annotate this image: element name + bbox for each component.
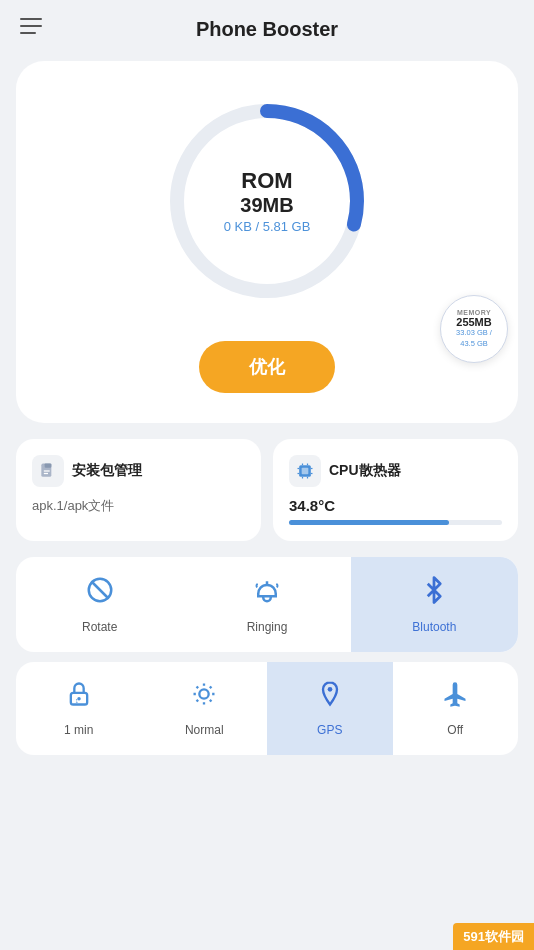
brightness-icon	[190, 680, 218, 715]
svg-text:1: 1	[75, 699, 78, 704]
cpu-title: CPU散热器	[329, 462, 401, 480]
gps-icon	[316, 680, 344, 715]
cpu-card[interactable]: CPU散热器 34.8°C	[273, 439, 518, 541]
package-card[interactable]: 安装包管理 apk.1/apk文件	[16, 439, 261, 541]
svg-rect-7	[302, 468, 309, 475]
quick-ringing[interactable]: Ringing	[183, 557, 350, 652]
gauge-inner: ROM 39MB 0 KB / 5.81 GB	[224, 168, 311, 234]
page-title: Phone Booster	[196, 18, 338, 41]
gauge-label: ROM	[224, 168, 311, 194]
airplane-icon	[441, 680, 469, 715]
header: Phone Booster	[0, 0, 534, 51]
gps-label: GPS	[317, 723, 342, 737]
quick-grid-row1: Rotate Ringing Blutooth	[16, 557, 518, 652]
menu-line-3	[20, 32, 36, 34]
svg-line-30	[210, 687, 212, 689]
package-icon	[32, 455, 64, 487]
footer: 591软件园	[453, 923, 534, 950]
lock-icon: 1	[65, 680, 93, 715]
svg-point-22	[200, 689, 209, 698]
main-card: ROM 39MB 0 KB / 5.81 GB MEMORY 255MB 33.…	[16, 61, 518, 423]
menu-button[interactable]	[20, 18, 42, 34]
1min-label: 1 min	[64, 723, 93, 737]
menu-line-1	[20, 18, 42, 20]
package-body: apk.1/apk文件	[32, 497, 245, 515]
package-title: 安装包管理	[72, 462, 142, 480]
svg-line-29	[197, 700, 199, 702]
gauge-container: ROM 39MB 0 KB / 5.81 GB	[157, 91, 377, 311]
cpu-icon	[289, 455, 321, 487]
bell-icon	[252, 575, 282, 612]
cpu-card-header: CPU散热器	[289, 455, 502, 487]
bluetooth-icon	[419, 575, 449, 612]
gauge-value: 39MB	[224, 194, 311, 217]
memory-badge-value: 255MB	[456, 316, 491, 328]
quick-bluetooth[interactable]: Blutooth	[351, 557, 518, 652]
normal-label: Normal	[185, 723, 224, 737]
off-label: Off	[447, 723, 463, 737]
info-cards: 安装包管理 apk.1/apk文件 CPU散热器	[16, 439, 518, 541]
svg-rect-3	[45, 464, 52, 468]
memory-badge: MEMORY 255MB 33.03 GB / 43.5 GB	[440, 295, 508, 363]
svg-line-27	[197, 687, 199, 689]
cpu-temp: 34.8°C	[289, 497, 502, 514]
memory-badge-title: MEMORY	[457, 309, 491, 316]
bluetooth-label: Blutooth	[412, 620, 456, 634]
temp-bar-bg	[289, 520, 502, 525]
svg-point-31	[327, 687, 332, 692]
package-card-header: 安装包管理	[32, 455, 245, 487]
quick-off[interactable]: Off	[393, 662, 519, 755]
footer-text: 591软件园	[463, 929, 524, 944]
memory-badge-sub: 33.03 GB / 43.5 GB	[456, 328, 492, 349]
rotate-icon	[85, 575, 115, 612]
gauge-sub: 0 KB / 5.81 GB	[224, 219, 311, 234]
quick-1min[interactable]: 1 1 min	[16, 662, 142, 755]
quick-normal[interactable]: Normal	[142, 662, 268, 755]
quick-gps[interactable]: GPS	[267, 662, 393, 755]
rotate-label: Rotate	[82, 620, 117, 634]
optimize-button[interactable]: 优化	[199, 341, 335, 393]
quick-grid-row2: 1 1 min Normal	[16, 662, 518, 755]
ringing-label: Ringing	[247, 620, 288, 634]
svg-line-17	[91, 581, 109, 599]
menu-line-2	[20, 25, 42, 27]
quick-rotate[interactable]: Rotate	[16, 557, 183, 652]
svg-line-28	[210, 700, 212, 702]
temp-bar-fill	[289, 520, 449, 525]
